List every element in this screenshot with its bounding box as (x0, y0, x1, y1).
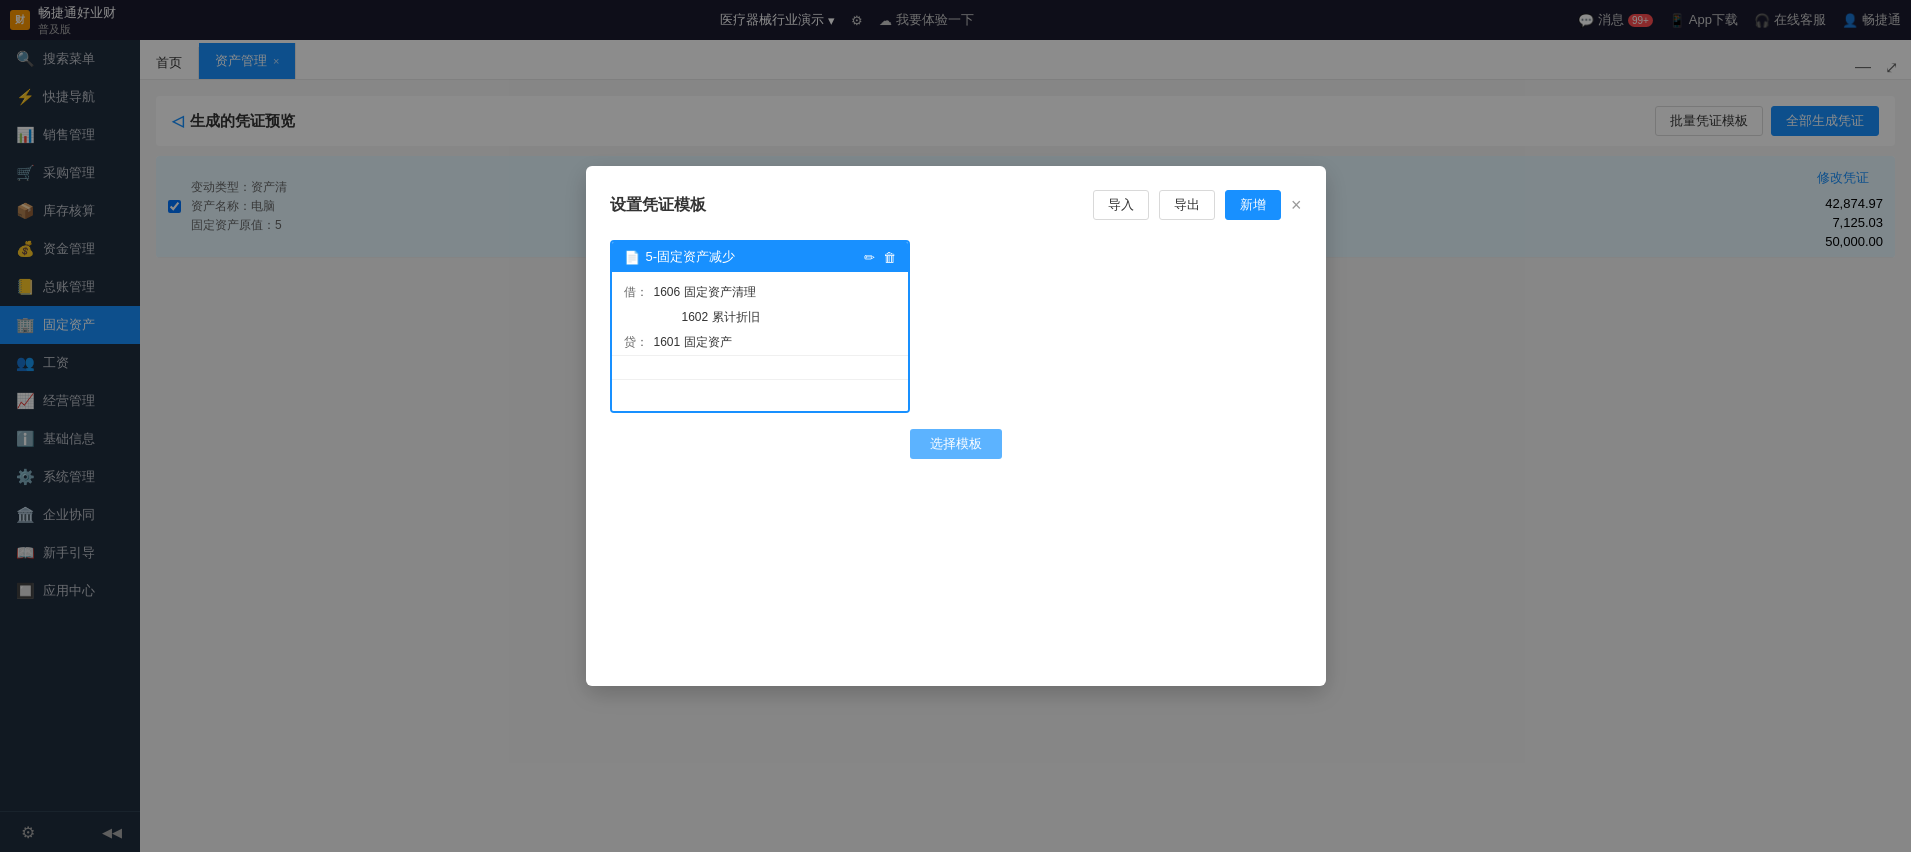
template-empty-row-1 (612, 355, 908, 379)
template-card-header: 📄 5-固定资产减少 ✏ 🗑 (612, 242, 908, 272)
entry-account-3: 1601 固定资产 (654, 334, 796, 351)
modal-close-btn[interactable]: × (1291, 196, 1302, 214)
page-content: ◁ 生成的凭证预览 批量凭证模板 全部生成凭证 变动类型：资产清 资产名称： (140, 80, 1911, 852)
select-template-btn[interactable]: 选择模板 (910, 429, 1002, 459)
template-header-left: 📄 5-固定资产减少 (624, 248, 736, 266)
template-entry-row-1: 借： 1606 固定资产清理 (612, 280, 908, 305)
modal-actions: 导入 导出 新增 (1093, 190, 1281, 220)
entry-direction-1: 借： (624, 284, 654, 301)
import-btn[interactable]: 导入 (1093, 190, 1149, 220)
modal-set-template: 设置凭证模板 导入 导出 新增 × (586, 166, 1326, 686)
entry-account-2: 1602 累计折旧 (682, 309, 796, 326)
template-empty-row-2 (612, 379, 908, 403)
template-header-actions: ✏ 🗑 (864, 250, 896, 265)
delete-template-icon[interactable]: 🗑 (883, 250, 896, 265)
template-id-name: 5-固定资产减少 (646, 248, 736, 266)
template-doc-icon: 📄 (624, 250, 640, 265)
export-btn[interactable]: 导出 (1159, 190, 1215, 220)
modal-overlay: 设置凭证模板 导入 导出 新增 × (140, 80, 1911, 852)
entry-account-1: 1606 固定资产清理 (654, 284, 796, 301)
modal-header: 设置凭证模板 导入 导出 新增 × (610, 190, 1302, 220)
template-entry-row-3: 贷： 1601 固定资产 (612, 330, 908, 355)
edit-template-icon[interactable]: ✏ (864, 250, 875, 265)
template-card: 📄 5-固定资产减少 ✏ 🗑 (610, 240, 910, 413)
entry-direction-3: 贷： (624, 334, 654, 351)
modal-title: 设置凭证模板 (610, 195, 706, 216)
template-card-body: 借： 1606 固定资产清理 (612, 272, 908, 411)
new-btn[interactable]: 新增 (1225, 190, 1281, 220)
template-entry-row-2: 1602 累计折旧 (612, 305, 908, 330)
content-area: 首页 资产管理 × — ⤢ ◁ 生成的凭证预览 (140, 40, 1911, 852)
